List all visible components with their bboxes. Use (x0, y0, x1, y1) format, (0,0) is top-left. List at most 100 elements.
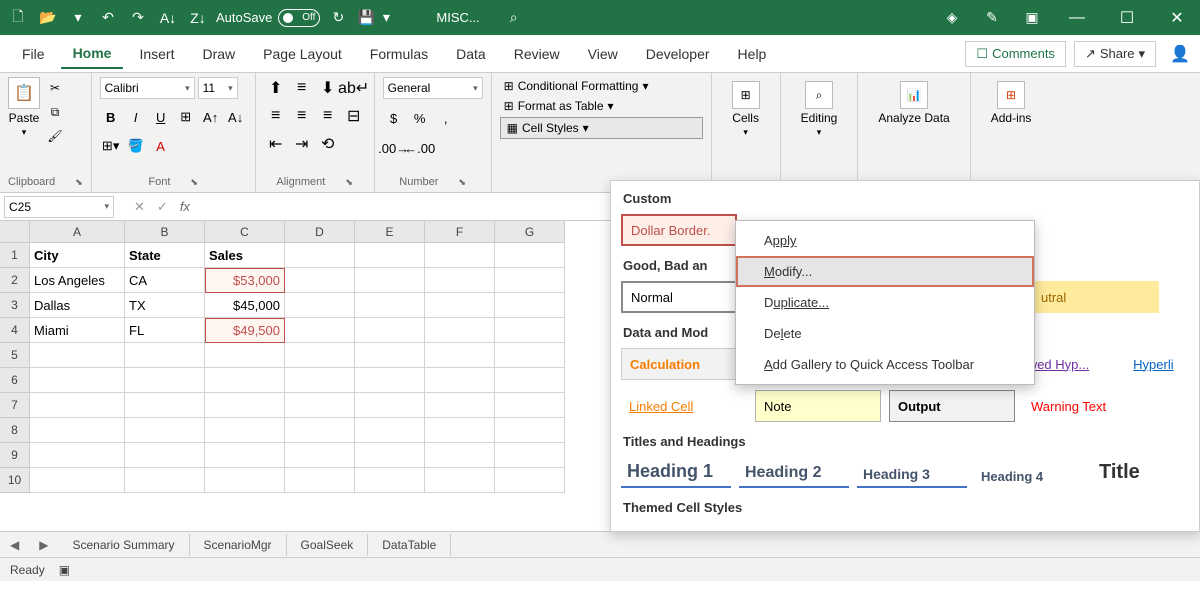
col-header[interactable]: D (285, 221, 355, 243)
col-header[interactable]: A (30, 221, 125, 243)
cell[interactable] (30, 468, 125, 493)
share-button[interactable]: ↗ Share ▾ (1074, 41, 1156, 67)
decrease-decimal-icon[interactable]: ←.00 (409, 137, 431, 159)
cell[interactable] (355, 368, 425, 393)
cell[interactable] (30, 393, 125, 418)
minimize-button[interactable]: — (1062, 9, 1092, 27)
dialog-launcher-icon[interactable]: ⬊ (190, 177, 198, 188)
cell[interactable] (30, 443, 125, 468)
tab-insert[interactable]: Insert (127, 40, 186, 68)
tab-help[interactable]: Help (726, 40, 779, 68)
cells-label[interactable]: Cells (732, 111, 759, 125)
sort-desc-icon[interactable]: Z↓ (188, 8, 208, 28)
comments-button[interactable]: ☐ Comments (965, 41, 1066, 67)
cell[interactable] (495, 343, 565, 368)
cell[interactable] (125, 393, 205, 418)
cell[interactable] (355, 343, 425, 368)
cell[interactable] (125, 343, 205, 368)
close-button[interactable]: ✕ (1162, 8, 1192, 28)
cell[interactable] (125, 443, 205, 468)
cell[interactable]: City (30, 243, 125, 268)
cell[interactable] (425, 268, 495, 293)
cell[interactable] (425, 393, 495, 418)
cell[interactable] (425, 418, 495, 443)
sheet-tab[interactable]: DataTable (368, 534, 451, 556)
col-header[interactable]: G (495, 221, 565, 243)
cell[interactable] (30, 343, 125, 368)
tab-file[interactable]: File (10, 40, 57, 68)
style-swatch-calculation[interactable]: Calculation (621, 348, 740, 380)
row-header[interactable]: 6 (0, 368, 30, 393)
cell[interactable]: Sales (205, 243, 285, 268)
align-bottom-icon[interactable]: ⬇ (316, 77, 340, 99)
style-swatch-neutral[interactable]: utral (1033, 281, 1159, 313)
cell[interactable] (355, 318, 425, 343)
cell[interactable] (285, 243, 355, 268)
enter-formula-icon[interactable]: ✓ (157, 199, 168, 215)
style-swatch-heading3[interactable]: Heading 3 (857, 462, 967, 488)
merge-icon[interactable]: ⊟ (342, 105, 366, 127)
row-header[interactable]: 7 (0, 393, 30, 418)
cell[interactable] (355, 468, 425, 493)
align-left-icon[interactable]: ≡ (264, 105, 288, 127)
fx-icon[interactable]: fx (180, 199, 190, 214)
style-swatch-note[interactable]: Note (755, 390, 881, 422)
dialog-launcher-icon[interactable]: ⬊ (75, 177, 83, 188)
diamond-icon[interactable]: ◈ (942, 8, 962, 28)
row-header[interactable]: 10 (0, 468, 30, 493)
editing-label[interactable]: Editing (801, 111, 838, 125)
name-box[interactable]: C25 (4, 196, 114, 218)
cell[interactable] (205, 443, 285, 468)
align-center-icon[interactable]: ≡ (290, 105, 314, 127)
cell[interactable] (425, 468, 495, 493)
cell[interactable] (495, 243, 565, 268)
cell[interactable] (205, 418, 285, 443)
row-header[interactable]: 4 (0, 318, 30, 343)
cells-icon[interactable]: ⊞ (732, 81, 760, 109)
increase-font-icon[interactable]: A↑ (200, 106, 222, 128)
context-delete[interactable]: Delete (736, 318, 1034, 349)
display-options-icon[interactable]: ▣ (1022, 8, 1042, 28)
cell[interactable] (495, 418, 565, 443)
dialog-launcher-icon[interactable]: ⬊ (345, 177, 353, 188)
cell[interactable] (425, 343, 495, 368)
cell[interactable] (285, 368, 355, 393)
decrease-indent-icon[interactable]: ⇤ (264, 133, 288, 155)
cell[interactable] (285, 418, 355, 443)
open-file-icon[interactable]: 📂 (38, 8, 58, 28)
cell[interactable] (425, 318, 495, 343)
cell[interactable]: Los Angeles (30, 268, 125, 293)
align-right-icon[interactable]: ≡ (316, 105, 340, 127)
border-button[interactable]: ⊞ (175, 106, 197, 128)
cell[interactable] (285, 268, 355, 293)
cell-styles-button[interactable]: ▦ Cell Styles ▾ (500, 117, 703, 139)
undo-icon[interactable]: ↶ (98, 8, 118, 28)
bold-button[interactable]: B (100, 106, 122, 128)
tab-draw[interactable]: Draw (190, 40, 247, 68)
col-header[interactable]: F (425, 221, 495, 243)
underline-button[interactable]: U (150, 106, 172, 128)
sheet-nav-next-icon[interactable]: ▶ (29, 538, 58, 552)
cell[interactable] (205, 393, 285, 418)
cell[interactable] (125, 368, 205, 393)
number-format-combo[interactable]: General (383, 77, 483, 99)
macro-record-icon[interactable]: ▣ (59, 563, 70, 577)
save-icon[interactable]: 💾 (356, 8, 376, 28)
analyze-icon[interactable]: 📊 (900, 81, 928, 109)
percent-icon[interactable]: % (409, 107, 431, 129)
chevron-down-icon[interactable]: ▾ (376, 8, 396, 28)
row-header[interactable]: 1 (0, 243, 30, 268)
tab-formulas[interactable]: Formulas (358, 40, 440, 68)
copy-icon[interactable]: ⧉ (44, 101, 66, 123)
cell[interactable] (355, 243, 425, 268)
style-swatch-heading4[interactable]: Heading 4 (975, 465, 1085, 488)
decrease-font-icon[interactable]: A↓ (225, 106, 247, 128)
tab-page-layout[interactable]: Page Layout (251, 40, 354, 68)
currency-icon[interactable]: $ (383, 107, 405, 129)
sheet-tab[interactable]: Scenario Summary (58, 534, 189, 556)
format-as-table-button[interactable]: ⊞ Format as Table ▾ (500, 97, 703, 115)
cell[interactable] (30, 368, 125, 393)
context-add-to-qat[interactable]: Add Gallery to Quick Access Toolbar (736, 349, 1034, 380)
paste-icon[interactable]: 📋 (8, 77, 40, 109)
sheet-tab[interactable]: GoalSeek (287, 534, 369, 556)
